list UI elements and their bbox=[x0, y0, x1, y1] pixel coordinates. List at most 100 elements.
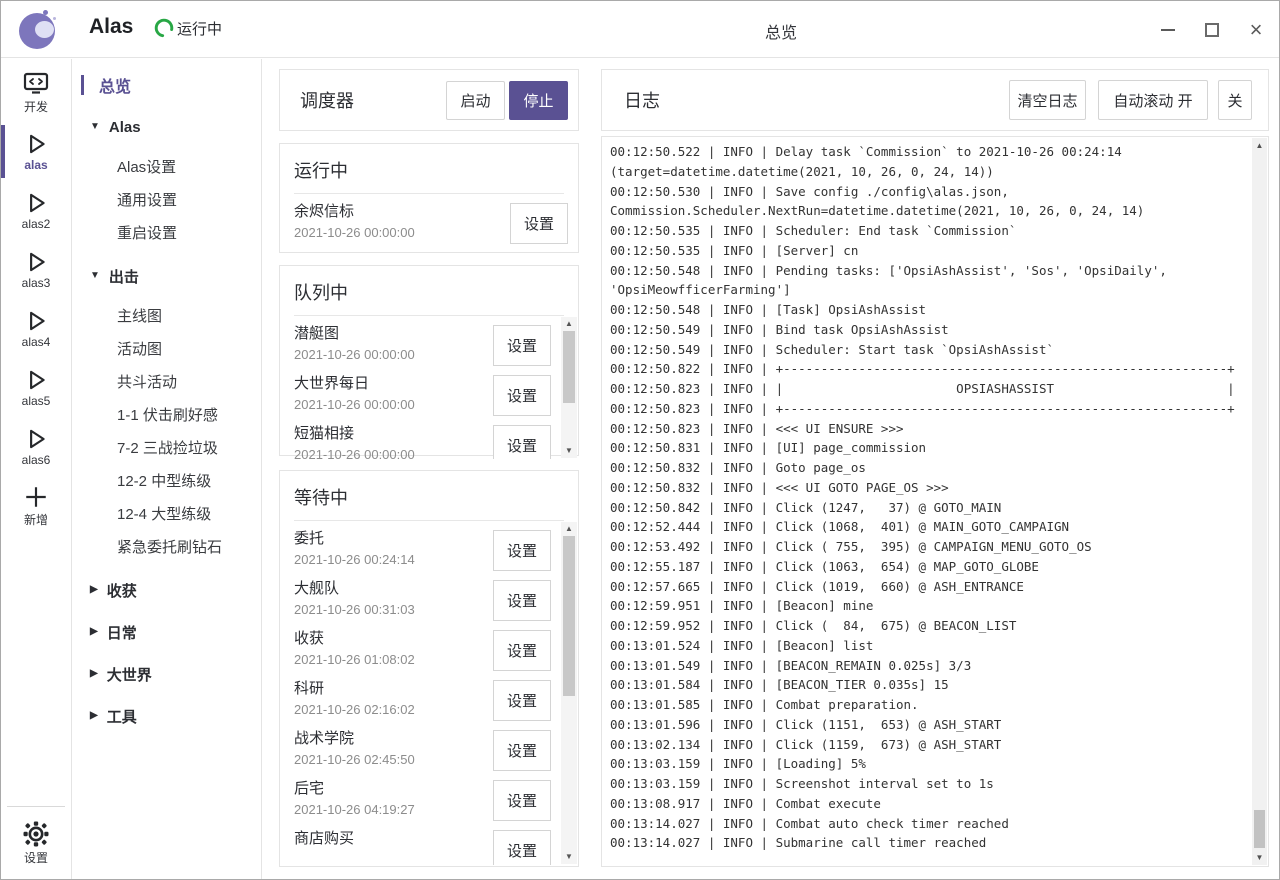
scroll-down-icon[interactable]: ▼ bbox=[1252, 850, 1267, 865]
scroll-down-icon[interactable]: ▼ bbox=[561, 850, 577, 864]
rail-item-label: alas4 bbox=[22, 335, 51, 349]
menu-group: ▶日常 bbox=[73, 617, 261, 647]
rail-item-settings[interactable]: 设置 bbox=[1, 807, 71, 879]
menu-item[interactable]: 共斗活动 bbox=[73, 365, 261, 398]
menu-item[interactable]: 活动图 bbox=[73, 332, 261, 365]
menu-group-header[interactable]: ▶收获 bbox=[73, 575, 261, 605]
menu-group-label: 工具 bbox=[107, 706, 137, 727]
task-settings-button[interactable]: 设置 bbox=[493, 375, 551, 416]
menu-group-header[interactable]: ▼ 出击 bbox=[73, 261, 261, 291]
scroll-up-icon[interactable]: ▲ bbox=[561, 522, 577, 536]
close-button[interactable]: × bbox=[1247, 21, 1265, 39]
rail-item-add[interactable]: 新增 bbox=[1, 476, 71, 535]
task-settings-button[interactable]: 设置 bbox=[493, 580, 551, 621]
start-button[interactable]: 启动 bbox=[446, 81, 505, 120]
menu-item[interactable]: Alas设置 bbox=[73, 150, 261, 183]
scroll-up-icon[interactable]: ▲ bbox=[1252, 138, 1267, 153]
rail-item-label: alas3 bbox=[22, 276, 51, 290]
task-settings-button[interactable]: 设置 bbox=[493, 425, 551, 459]
menu-item[interactable]: 主线图 bbox=[73, 299, 261, 332]
window-controls: × bbox=[1159, 1, 1265, 58]
rail-item-label: 开发 bbox=[24, 98, 48, 115]
task-settings-button[interactable]: 设置 bbox=[493, 530, 551, 571]
scroll-down-icon[interactable]: ▼ bbox=[561, 444, 577, 458]
scrollbar[interactable]: ▲▼ bbox=[561, 522, 577, 864]
task-section-running: 运行中余烬信标2021-10-26 00:00:00设置 bbox=[279, 143, 579, 253]
autoscroll-button[interactable]: 自动滚动 开 bbox=[1098, 80, 1208, 120]
rail-item-alas[interactable]: alas bbox=[1, 122, 71, 181]
task-row: 委托2021-10-26 00:24:14设置 bbox=[280, 525, 561, 575]
menu-item-overview[interactable]: 总览 bbox=[73, 70, 261, 100]
menu-group: ▶工具 bbox=[73, 701, 261, 731]
task-row: 商店购买设置 bbox=[280, 825, 561, 865]
rail-item-alas3[interactable]: alas3 bbox=[1, 240, 71, 299]
section-title: 运行中 bbox=[280, 144, 578, 193]
log-scroll-thumb[interactable] bbox=[1254, 810, 1265, 848]
spinner-icon bbox=[153, 17, 175, 39]
rail-item-label: 设置 bbox=[24, 849, 48, 866]
menu-group-header[interactable]: ▶工具 bbox=[73, 701, 261, 731]
app-window: Alas 运行中 总览 × 开发alasalas2alas3alas4alas5… bbox=[0, 0, 1280, 880]
menu-group: ▶大世界 bbox=[73, 659, 261, 689]
task-row: 余烬信标2021-10-26 00:00:00设置 bbox=[280, 198, 578, 248]
menu-item[interactable]: 7-2 三战捡垃圾 bbox=[73, 431, 261, 464]
scroll-thumb[interactable] bbox=[563, 536, 575, 696]
menu-children: 主线图活动图共斗活动1-1 伏击刷好感7-2 三战捡垃圾12-2 中型练级12-… bbox=[73, 291, 261, 563]
task-settings-button[interactable]: 设置 bbox=[493, 680, 551, 721]
task-rows: 潜艇图2021-10-26 00:00:00设置大世界每日2021-10-26 … bbox=[280, 320, 561, 459]
scrollbar[interactable]: ▲▼ bbox=[561, 317, 577, 458]
rail-item-label: alas2 bbox=[22, 217, 51, 231]
minimize-button[interactable] bbox=[1159, 21, 1177, 39]
menu-group-header[interactable]: ▶大世界 bbox=[73, 659, 261, 689]
task-rows: 委托2021-10-26 00:24:14设置大舰队2021-10-26 00:… bbox=[280, 525, 561, 865]
task-row: 大世界每日2021-10-26 00:00:00设置 bbox=[280, 370, 561, 420]
play-icon bbox=[23, 308, 49, 334]
clear-log-button[interactable]: 清空日志 bbox=[1009, 80, 1086, 120]
menu-item[interactable]: 紧急委托刷钻石 bbox=[73, 530, 261, 563]
menu-group-header[interactable]: ▶日常 bbox=[73, 617, 261, 647]
task-settings-button[interactable]: 设置 bbox=[493, 630, 551, 671]
rail-item-alas2[interactable]: alas2 bbox=[1, 181, 71, 240]
chevron-down-icon: ▼ bbox=[90, 270, 100, 281]
scroll-up-icon[interactable]: ▲ bbox=[561, 317, 577, 331]
log-scrollbar[interactable]: ▲ ▼ bbox=[1252, 138, 1267, 865]
log-close-button[interactable]: 关 bbox=[1218, 80, 1252, 120]
gear-icon bbox=[22, 820, 50, 848]
rail-item-alas6[interactable]: alas6 bbox=[1, 417, 71, 476]
rail-item-alas4[interactable]: alas4 bbox=[1, 299, 71, 358]
menu-item[interactable]: 1-1 伏击刷好感 bbox=[73, 398, 261, 431]
stop-button[interactable]: 停止 bbox=[509, 81, 568, 120]
rail-item-label: alas6 bbox=[22, 453, 51, 467]
log-output: 00:12:50.522 | INFO | Delay task `Commis… bbox=[610, 142, 1244, 862]
play-icon bbox=[23, 426, 49, 452]
scroll-thumb[interactable] bbox=[563, 331, 575, 403]
maximize-icon bbox=[1205, 23, 1219, 37]
main-area: 调度器 启动 停止 运行中余烬信标2021-10-26 00:00:00设置队列… bbox=[263, 59, 1279, 879]
task-settings-button[interactable]: 设置 bbox=[493, 325, 551, 366]
rail-item-dev[interactable]: 开发 bbox=[1, 63, 71, 122]
play-icon bbox=[23, 131, 49, 157]
menu-group-label: 日常 bbox=[107, 622, 137, 643]
task-settings-button[interactable]: 设置 bbox=[510, 203, 568, 244]
task-list: 潜艇图2021-10-26 00:00:00设置大世界每日2021-10-26 … bbox=[280, 316, 578, 459]
menu-group: ▶收获 bbox=[73, 575, 261, 605]
task-settings-button[interactable]: 设置 bbox=[493, 780, 551, 821]
menu-item[interactable]: 通用设置 bbox=[73, 183, 261, 216]
menu-item[interactable]: 12-2 中型练级 bbox=[73, 464, 261, 497]
task-settings-button[interactable]: 设置 bbox=[493, 830, 551, 865]
menu-item[interactable]: 重启设置 bbox=[73, 216, 261, 249]
menu-group-label: 出击 bbox=[109, 266, 139, 287]
menu-group-header[interactable]: ▼Alas bbox=[73, 112, 261, 142]
code-monitor-icon bbox=[22, 71, 50, 97]
task-list: 委托2021-10-26 00:24:14设置大舰队2021-10-26 00:… bbox=[280, 521, 578, 865]
task-settings-button[interactable]: 设置 bbox=[493, 730, 551, 771]
menu-item[interactable]: 12-4 大型练级 bbox=[73, 497, 261, 530]
task-row: 潜艇图2021-10-26 00:00:00设置 bbox=[280, 320, 561, 370]
section-title: 等待中 bbox=[280, 471, 578, 520]
rail-spacer bbox=[1, 535, 71, 806]
rail-item-alas5[interactable]: alas5 bbox=[1, 358, 71, 417]
close-icon: × bbox=[1250, 21, 1263, 39]
rail-item-label: alas bbox=[24, 158, 47, 172]
maximize-button[interactable] bbox=[1203, 21, 1221, 39]
chevron-right-icon: ▶ bbox=[90, 584, 98, 595]
